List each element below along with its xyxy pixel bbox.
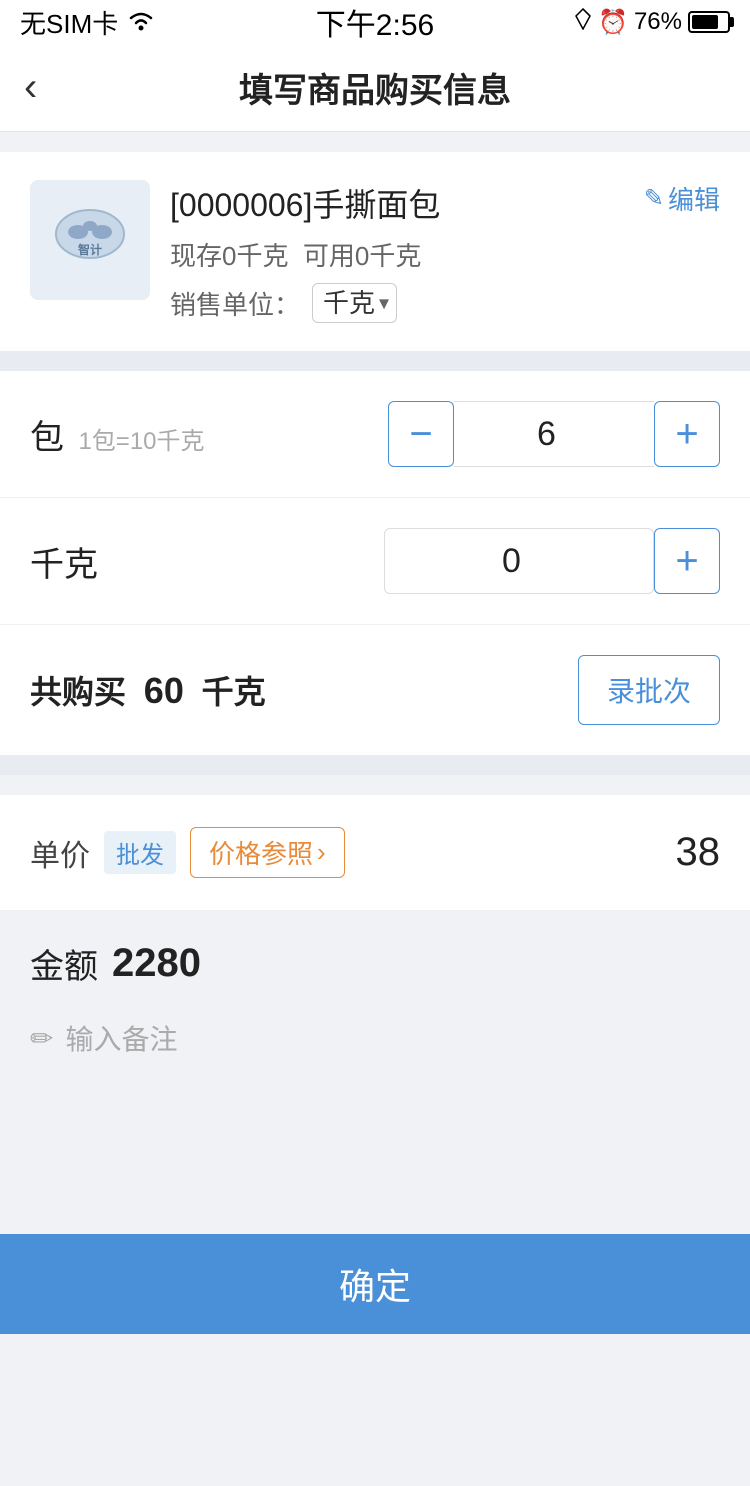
section-divider-2 [0,755,750,775]
summary-text: 共购买 60 千克 [30,667,266,713]
kg-increase-button[interactable]: + [654,528,720,594]
product-card: 智计 [0000006]手撕面包 现存0千克 可用0千克 销售单位： 千克 包 … [0,152,750,351]
back-button[interactable]: ‹ [24,65,37,110]
summary-row: 共购买 60 千克 录批次 [0,625,750,755]
price-ref-arrow: › [317,837,326,868]
price-value: 38 [676,830,721,875]
alarm-icon: ⏰ [598,8,628,37]
price-label: 单价 [30,831,90,875]
wifi-icon [126,7,156,38]
package-label: 包 1包=10千克 [30,410,388,459]
product-name: [0000006]手撕面包 [170,180,720,226]
product-unit-row: 销售单位： 千克 包 [170,283,720,323]
section-divider-1 [0,351,750,371]
package-decrease-button[interactable]: − [388,401,454,467]
status-left: 无SIM卡 [20,4,156,41]
svg-text:智计: 智计 [77,242,102,257]
status-right: ⏰ 76% [574,8,730,37]
edit-button[interactable]: ✎ 编辑 [644,180,720,217]
price-tag: 批发 [104,831,176,874]
product-image: 智计 [30,180,150,300]
kg-controls: + [384,528,720,594]
status-time: 下午2:56 [316,0,434,44]
amount-section: 金额 2280 ✏ 输入备注 [0,911,750,1086]
package-increase-button[interactable]: + [654,401,720,467]
price-row: 单价 批发 价格参照 › 38 [0,795,750,911]
kg-quantity-input[interactable] [384,528,654,594]
battery-percent: 76% [634,8,682,36]
amount-label: 金额 [30,939,98,988]
unit-select-wrapper[interactable]: 千克 包 [312,283,397,323]
unit-label: 销售单位： [170,285,300,322]
page-title: 填写商品购买信息 [239,63,511,112]
edit-icon: ✎ [644,184,664,213]
nav-bar: ‹ 填写商品购买信息 [0,44,750,132]
package-controls: − + [388,401,720,467]
price-section: 单价 批发 价格参照 › 38 [0,795,750,911]
kg-input-row: 千克 + [0,498,750,625]
summary-amount: 60 [144,670,184,711]
battery-icon [688,11,730,33]
amount-row: 金额 2280 [30,939,720,988]
product-logo-icon: 智计 [50,204,130,277]
input-section: 包 1包=10千克 − + 千克 + 共购买 60 千克 [0,371,750,755]
record-batch-button[interactable]: 录批次 [578,655,720,725]
price-reference-button[interactable]: 价格参照 › [190,827,345,878]
confirm-bar[interactable]: 确定 [0,1234,750,1334]
confirm-button[interactable]: 确定 [339,1258,411,1310]
product-stock: 现存0千克 可用0千克 [170,236,720,273]
package-quantity-input[interactable] [454,401,654,467]
product-info: [0000006]手撕面包 现存0千克 可用0千克 销售单位： 千克 包 [170,180,720,323]
kg-label: 千克 [30,537,384,586]
note-placeholder: 输入备注 [65,1018,177,1058]
status-bar: 无SIM卡 下午2:56 ⏰ 76% [0,0,750,44]
note-icon: ✏ [30,1022,53,1055]
carrier-text: 无SIM卡 [20,4,118,41]
location-icon [574,8,592,37]
package-input-row: 包 1包=10千克 − + [0,371,750,498]
unit-select[interactable]: 千克 包 [312,283,397,323]
note-row[interactable]: ✏ 输入备注 [30,1008,720,1086]
amount-value: 2280 [112,941,201,986]
